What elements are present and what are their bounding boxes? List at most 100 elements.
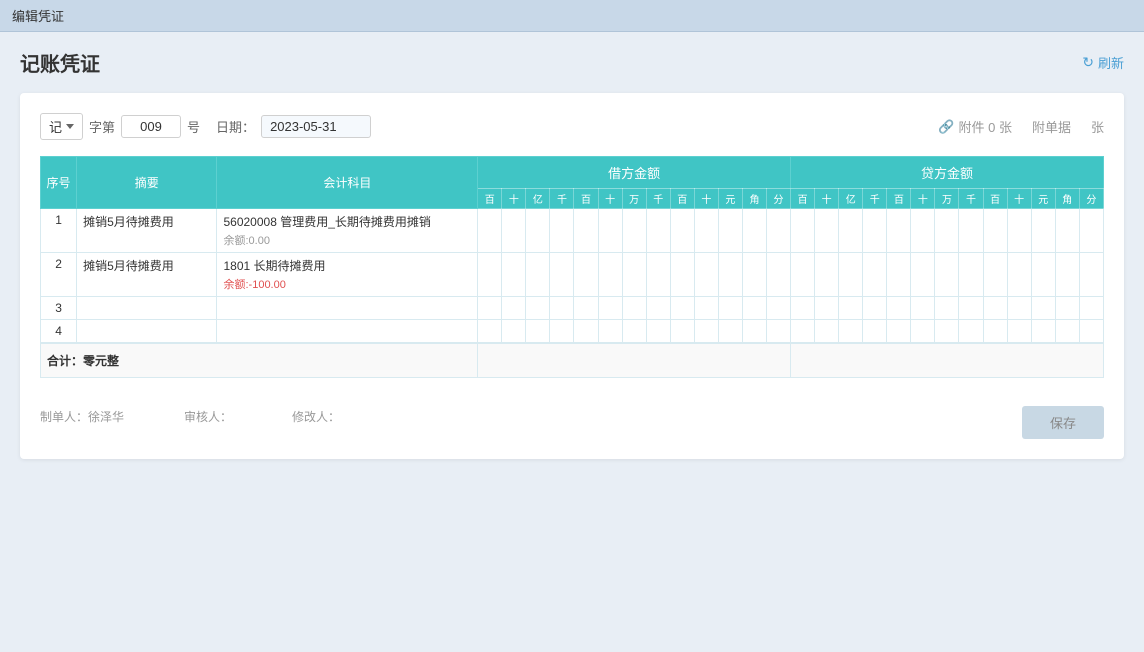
row-2-debit-11[interactable]: [742, 297, 766, 320]
row-0-credit-8[interactable]: [983, 209, 1007, 253]
row-1-credit-10[interactable]: [1031, 253, 1055, 297]
row-3-debit-8[interactable]: [670, 320, 694, 344]
row-3-credit-1[interactable]: [815, 320, 839, 344]
row-1-debit-3[interactable]: [550, 253, 574, 297]
row-1-debit-11[interactable]: [742, 253, 766, 297]
row-3-credit-9[interactable]: [1007, 320, 1031, 344]
row-account-2[interactable]: [217, 297, 478, 320]
row-2-debit-10[interactable]: [718, 297, 742, 320]
row-0-debit-0[interactable]: [478, 209, 502, 253]
row-1-debit-6[interactable]: [622, 253, 646, 297]
row-1-debit-0[interactable]: [478, 253, 502, 297]
row-summary-2[interactable]: [77, 297, 217, 320]
row-3-debit-6[interactable]: [622, 320, 646, 344]
row-seq-3[interactable]: 4: [41, 320, 77, 344]
voucher-type-button[interactable]: 记: [40, 113, 83, 140]
row-3-debit-4[interactable]: [574, 320, 598, 344]
row-3-credit-10[interactable]: [1031, 320, 1055, 344]
row-2-credit-6[interactable]: [935, 297, 959, 320]
row-1-debit-1[interactable]: [502, 253, 526, 297]
voucher-number-input[interactable]: [121, 115, 181, 138]
row-2-credit-8[interactable]: [983, 297, 1007, 320]
row-0-credit-3[interactable]: [863, 209, 887, 253]
row-0-credit-9[interactable]: [1007, 209, 1031, 253]
row-3-credit-8[interactable]: [983, 320, 1007, 344]
date-input[interactable]: [261, 115, 371, 138]
row-3-debit-0[interactable]: [478, 320, 502, 344]
row-2-credit-12[interactable]: [1079, 297, 1103, 320]
row-3-credit-6[interactable]: [935, 320, 959, 344]
row-0-credit-11[interactable]: [1055, 209, 1079, 253]
row-0-credit-0[interactable]: [791, 209, 815, 253]
row-2-credit-11[interactable]: [1055, 297, 1079, 320]
row-1-credit-9[interactable]: [1007, 253, 1031, 297]
row-0-debit-2[interactable]: [526, 209, 550, 253]
row-2-debit-0[interactable]: [478, 297, 502, 320]
row-1-credit-3[interactable]: [863, 253, 887, 297]
row-0-debit-3[interactable]: [550, 209, 574, 253]
row-1-credit-5[interactable]: [911, 253, 935, 297]
row-2-debit-1[interactable]: [502, 297, 526, 320]
row-0-debit-4[interactable]: [574, 209, 598, 253]
row-summary-0[interactable]: 摊销5月待摊费用: [77, 209, 217, 253]
row-2-credit-9[interactable]: [1007, 297, 1031, 320]
row-0-credit-2[interactable]: [839, 209, 863, 253]
attach-single-label[interactable]: 附单据: [1032, 117, 1071, 136]
row-3-credit-11[interactable]: [1055, 320, 1079, 344]
row-2-credit-1[interactable]: [815, 297, 839, 320]
row-3-debit-9[interactable]: [694, 320, 718, 344]
row-1-debit-8[interactable]: [670, 253, 694, 297]
row-seq-2[interactable]: 3: [41, 297, 77, 320]
row-0-debit-8[interactable]: [670, 209, 694, 253]
row-3-credit-7[interactable]: [959, 320, 983, 344]
row-summary-3[interactable]: [77, 320, 217, 344]
row-2-credit-3[interactable]: [863, 297, 887, 320]
row-3-credit-2[interactable]: [839, 320, 863, 344]
row-2-debit-4[interactable]: [574, 297, 598, 320]
row-3-debit-3[interactable]: [550, 320, 574, 344]
row-3-credit-5[interactable]: [911, 320, 935, 344]
row-1-credit-6[interactable]: [935, 253, 959, 297]
row-0-credit-1[interactable]: [815, 209, 839, 253]
row-0-debit-10[interactable]: [718, 209, 742, 253]
row-3-credit-3[interactable]: [863, 320, 887, 344]
row-2-credit-5[interactable]: [911, 297, 935, 320]
row-2-credit-2[interactable]: [839, 297, 863, 320]
row-account-0[interactable]: 56020008 管理费用_长期待摊费用摊销余额:0.00: [217, 209, 478, 253]
row-1-credit-8[interactable]: [983, 253, 1007, 297]
row-1-debit-10[interactable]: [718, 253, 742, 297]
row-0-debit-6[interactable]: [622, 209, 646, 253]
row-0-credit-4[interactable]: [887, 209, 911, 253]
row-0-debit-5[interactable]: [598, 209, 622, 253]
row-0-debit-11[interactable]: [742, 209, 766, 253]
row-account-3[interactable]: [217, 320, 478, 344]
row-1-credit-11[interactable]: [1055, 253, 1079, 297]
row-2-debit-9[interactable]: [694, 297, 718, 320]
attachment-link[interactable]: 🔗 附件 0 张: [938, 117, 1012, 136]
row-3-debit-2[interactable]: [526, 320, 550, 344]
row-1-debit-4[interactable]: [574, 253, 598, 297]
row-2-credit-10[interactable]: [1031, 297, 1055, 320]
row-3-debit-5[interactable]: [598, 320, 622, 344]
row-1-credit-1[interactable]: [815, 253, 839, 297]
row-seq-1[interactable]: 2: [41, 253, 77, 297]
row-0-credit-12[interactable]: [1079, 209, 1103, 253]
row-3-credit-4[interactable]: [887, 320, 911, 344]
row-3-credit-12[interactable]: [1079, 320, 1103, 344]
row-1-debit-9[interactable]: [694, 253, 718, 297]
row-0-debit-7[interactable]: [646, 209, 670, 253]
row-3-debit-7[interactable]: [646, 320, 670, 344]
row-2-debit-8[interactable]: [670, 297, 694, 320]
row-1-debit-7[interactable]: [646, 253, 670, 297]
row-1-debit-5[interactable]: [598, 253, 622, 297]
row-2-credit-0[interactable]: [791, 297, 815, 320]
row-0-debit-12[interactable]: [766, 209, 790, 253]
row-1-credit-0[interactable]: [791, 253, 815, 297]
row-2-credit-7[interactable]: [959, 297, 983, 320]
refresh-button[interactable]: ↻ 刷新: [1082, 53, 1124, 72]
row-2-credit-4[interactable]: [887, 297, 911, 320]
row-1-debit-12[interactable]: [766, 253, 790, 297]
row-0-debit-1[interactable]: [502, 209, 526, 253]
row-2-debit-6[interactable]: [622, 297, 646, 320]
row-2-debit-2[interactable]: [526, 297, 550, 320]
